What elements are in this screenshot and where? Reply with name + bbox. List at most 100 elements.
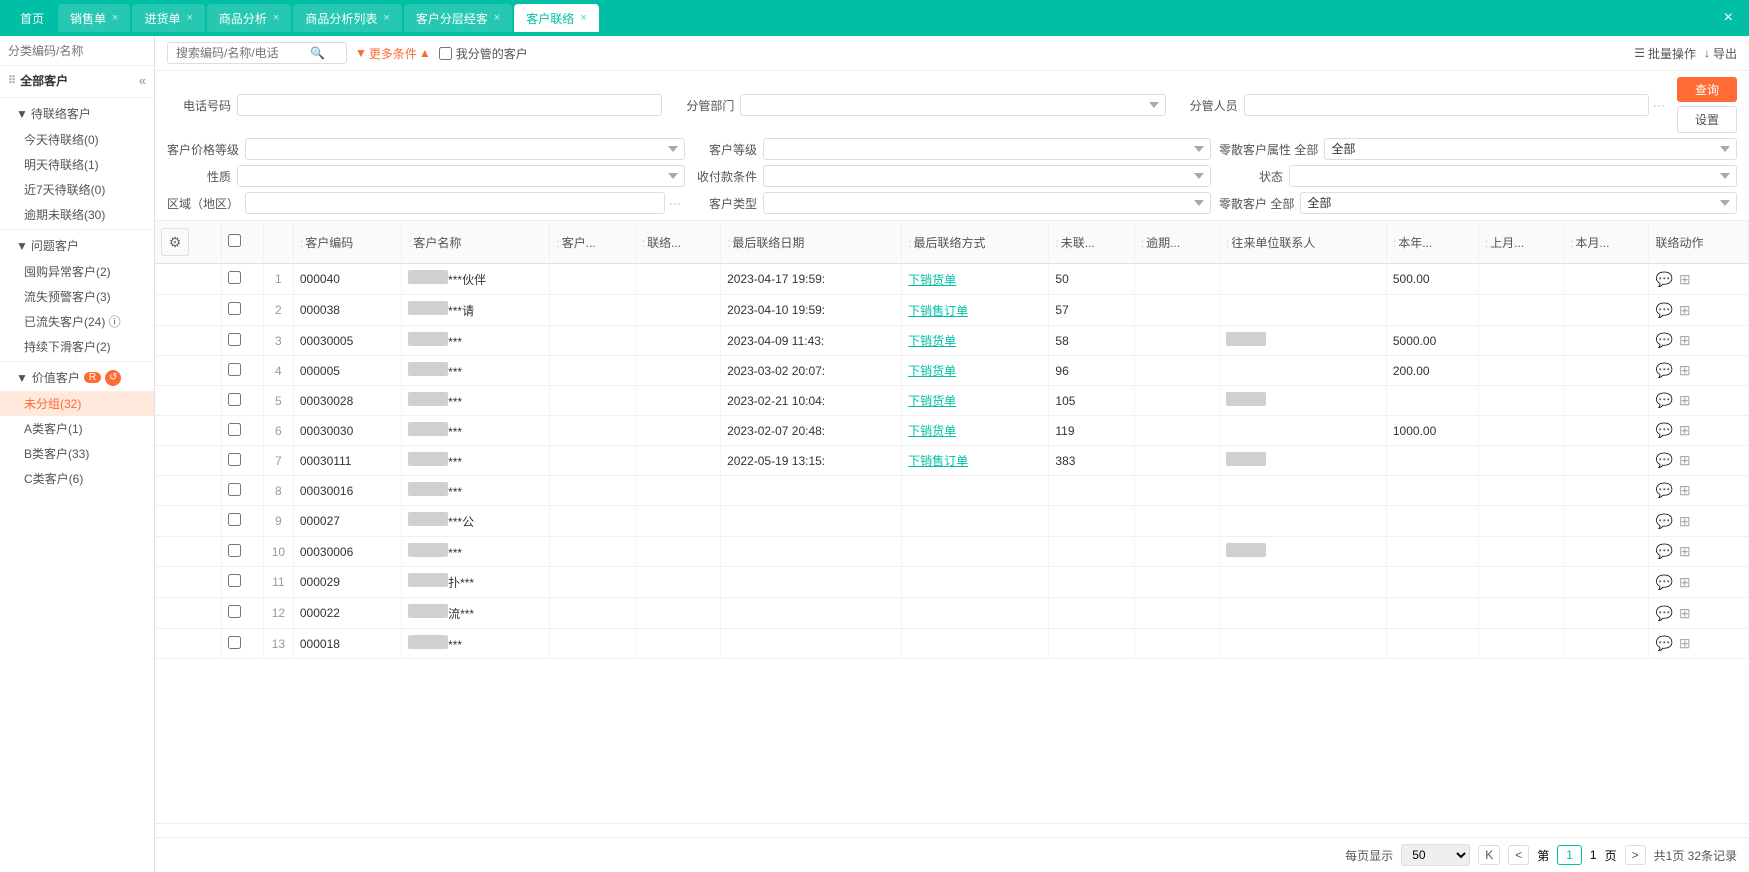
contact-method-link[interactable]: 下销货单 [908, 394, 956, 408]
action-message-icon[interactable]: 💬 [1655, 271, 1672, 288]
action-message-icon[interactable]: 💬 [1655, 543, 1672, 560]
pagination-per-page-select[interactable]: 20 50 100 [1401, 844, 1470, 866]
sidebar-item-declining[interactable]: 持续下滑客户(2) [0, 334, 154, 359]
sidebar-all-customers[interactable]: ⠿ 全部客户 « [0, 66, 154, 95]
action-message-icon[interactable]: 💬 [1655, 302, 1672, 319]
sidebar-item-unclassified[interactable]: 未分组(32) [0, 391, 154, 416]
sidebar-item-tomorrow-pending[interactable]: 明天待联络(1) [0, 152, 154, 177]
tab-product-analysis[interactable]: 商品分析 × [207, 4, 291, 32]
filter-select-payment[interactable] [763, 165, 1211, 187]
sidebar-collapse-btn[interactable]: « [139, 73, 146, 88]
filter-dots-region[interactable]: ··· [665, 196, 685, 210]
action-grid-icon[interactable]: ⊞ [1679, 513, 1691, 530]
filter-input-phone[interactable] [237, 94, 662, 116]
action-message-icon[interactable]: 💬 [1655, 422, 1672, 439]
action-grid-icon[interactable]: ⊞ [1679, 605, 1691, 622]
row-checkbox[interactable] [228, 544, 241, 557]
filter-select-customer-level[interactable] [763, 138, 1211, 160]
cell-last-contact-method[interactable] [902, 629, 1049, 659]
tab-product-analysis-close[interactable]: × [273, 12, 279, 24]
tab-customer-contact[interactable]: 客户联络 × [514, 4, 598, 32]
action-message-icon[interactable]: 💬 [1655, 452, 1672, 469]
cell-last-contact-method[interactable]: 下销货单 [902, 416, 1049, 446]
cell-last-contact-method[interactable]: 下销售订单 [902, 446, 1049, 476]
action-grid-icon[interactable]: ⊞ [1679, 302, 1691, 319]
row-checkbox[interactable] [228, 513, 241, 526]
col-customer-type[interactable]: :客户... [550, 221, 635, 264]
filter-dots-manager[interactable]: ··· [1649, 98, 1669, 112]
col-settings[interactable]: ⚙ [155, 221, 221, 264]
col-overdue[interactable]: :逾期... [1134, 221, 1219, 264]
col-code[interactable]: :客户编码 [293, 221, 401, 264]
filter-my-customers-checkbox[interactable] [439, 47, 452, 60]
filter-select-status[interactable] [1289, 165, 1737, 187]
row-checkbox[interactable] [228, 271, 241, 284]
filter-select-retail-customer[interactable]: 全部 [1300, 192, 1737, 214]
action-message-icon[interactable]: 💬 [1655, 362, 1672, 379]
sidebar-item-churn-warning[interactable]: 流失预警客户(3) [0, 284, 154, 309]
row-checkbox[interactable] [228, 302, 241, 315]
tab-product-analysis-list[interactable]: 商品分析列表 × [293, 4, 401, 32]
row-checkbox[interactable] [228, 333, 241, 346]
tab-purchase-close[interactable]: × [186, 12, 192, 24]
cell-last-contact-method[interactable] [902, 598, 1049, 629]
sidebar-item-today-pending[interactable]: 今天待联络(0) [0, 127, 154, 152]
row-checkbox[interactable] [228, 605, 241, 618]
filter-select-retail-attr[interactable]: 全部 [1324, 138, 1737, 160]
cell-last-contact-method[interactable]: 下销货单 [902, 264, 1049, 295]
window-close-button[interactable]: × [1716, 9, 1741, 27]
row-checkbox[interactable] [228, 636, 241, 649]
sidebar-group-value[interactable]: ▼ 价值客户 R ↺ [0, 364, 154, 391]
sidebar-item-class-a[interactable]: A类客户(1) [0, 416, 154, 441]
filter-select-customer-type[interactable] [763, 192, 1211, 214]
pagination-prev-btn[interactable]: < [1508, 845, 1529, 865]
tab-sales[interactable]: 销售单 × [58, 4, 130, 32]
contact-method-link[interactable]: 下销售订单 [908, 454, 968, 468]
pagination-first-btn[interactable]: K [1478, 845, 1500, 865]
action-message-icon[interactable]: 💬 [1655, 605, 1672, 622]
col-this-year[interactable]: :本年... [1386, 221, 1478, 264]
settings-icon-btn[interactable]: ⚙ [161, 228, 189, 256]
filter-select-price-level[interactable] [245, 138, 685, 160]
col-contact[interactable]: :联络... [635, 221, 720, 264]
cell-last-contact-method[interactable]: 下销售订单 [902, 295, 1049, 326]
row-checkbox[interactable] [228, 363, 241, 376]
action-grid-icon[interactable]: ⊞ [1679, 635, 1691, 652]
sidebar-item-class-c[interactable]: C类客户(6) [0, 466, 154, 491]
tab-purchase[interactable]: 进货单 × [132, 4, 204, 32]
search-button[interactable]: 查询 [1677, 77, 1737, 102]
contact-method-link[interactable]: 下销售订单 [908, 304, 968, 318]
col-last-contact-date[interactable]: :最后联络日期 [721, 221, 902, 264]
action-grid-icon[interactable]: ⊞ [1679, 482, 1691, 499]
col-name[interactable]: :客户名称 [402, 221, 550, 264]
tab-customer-contact-close[interactable]: × [580, 12, 586, 24]
row-checkbox[interactable] [228, 453, 241, 466]
col-this-month[interactable]: :本月... [1564, 221, 1649, 264]
sidebar-value-icon-refresh[interactable]: ↺ [105, 370, 121, 386]
col-unit-contact[interactable]: :往来单位联系人 [1220, 221, 1387, 264]
sidebar-group-problem[interactable]: ▼ 问题客户 [0, 232, 154, 259]
row-checkbox[interactable] [228, 423, 241, 436]
sidebar-search-input[interactable] [8, 44, 155, 58]
action-grid-icon[interactable]: ⊞ [1679, 392, 1691, 409]
contact-method-link[interactable]: 下销货单 [908, 334, 956, 348]
row-checkbox[interactable] [228, 483, 241, 496]
cell-last-contact-method[interactable] [902, 506, 1049, 537]
tab-product-analysis-list-close[interactable]: × [383, 12, 389, 24]
cell-last-contact-method[interactable] [902, 567, 1049, 598]
action-grid-icon[interactable]: ⊞ [1679, 422, 1691, 439]
tab-customer-segment-close[interactable]: × [494, 12, 500, 24]
sidebar-item-7days-pending[interactable]: 近7天待联络(0) [0, 177, 154, 202]
cell-last-contact-method[interactable]: 下销货单 [902, 386, 1049, 416]
col-last-month[interactable]: :上月... [1478, 221, 1563, 264]
sidebar-item-class-b[interactable]: B类客户(33) [0, 441, 154, 466]
action-grid-icon[interactable]: ⊞ [1679, 271, 1691, 288]
sidebar-item-overdue-pending[interactable]: 逾期未联络(30) [0, 202, 154, 227]
contact-method-link[interactable]: 下销货单 [908, 273, 956, 287]
sidebar-group-pending[interactable]: ▼ 待联络客户 [0, 100, 154, 127]
filter-select-nature[interactable] [237, 165, 685, 187]
sidebar-item-already-churned[interactable]: 已流失客户(24) ⓘ [0, 309, 154, 334]
select-all-checkbox[interactable] [228, 234, 241, 247]
action-message-icon[interactable]: 💬 [1655, 574, 1672, 591]
action-message-icon[interactable]: 💬 [1655, 482, 1672, 499]
